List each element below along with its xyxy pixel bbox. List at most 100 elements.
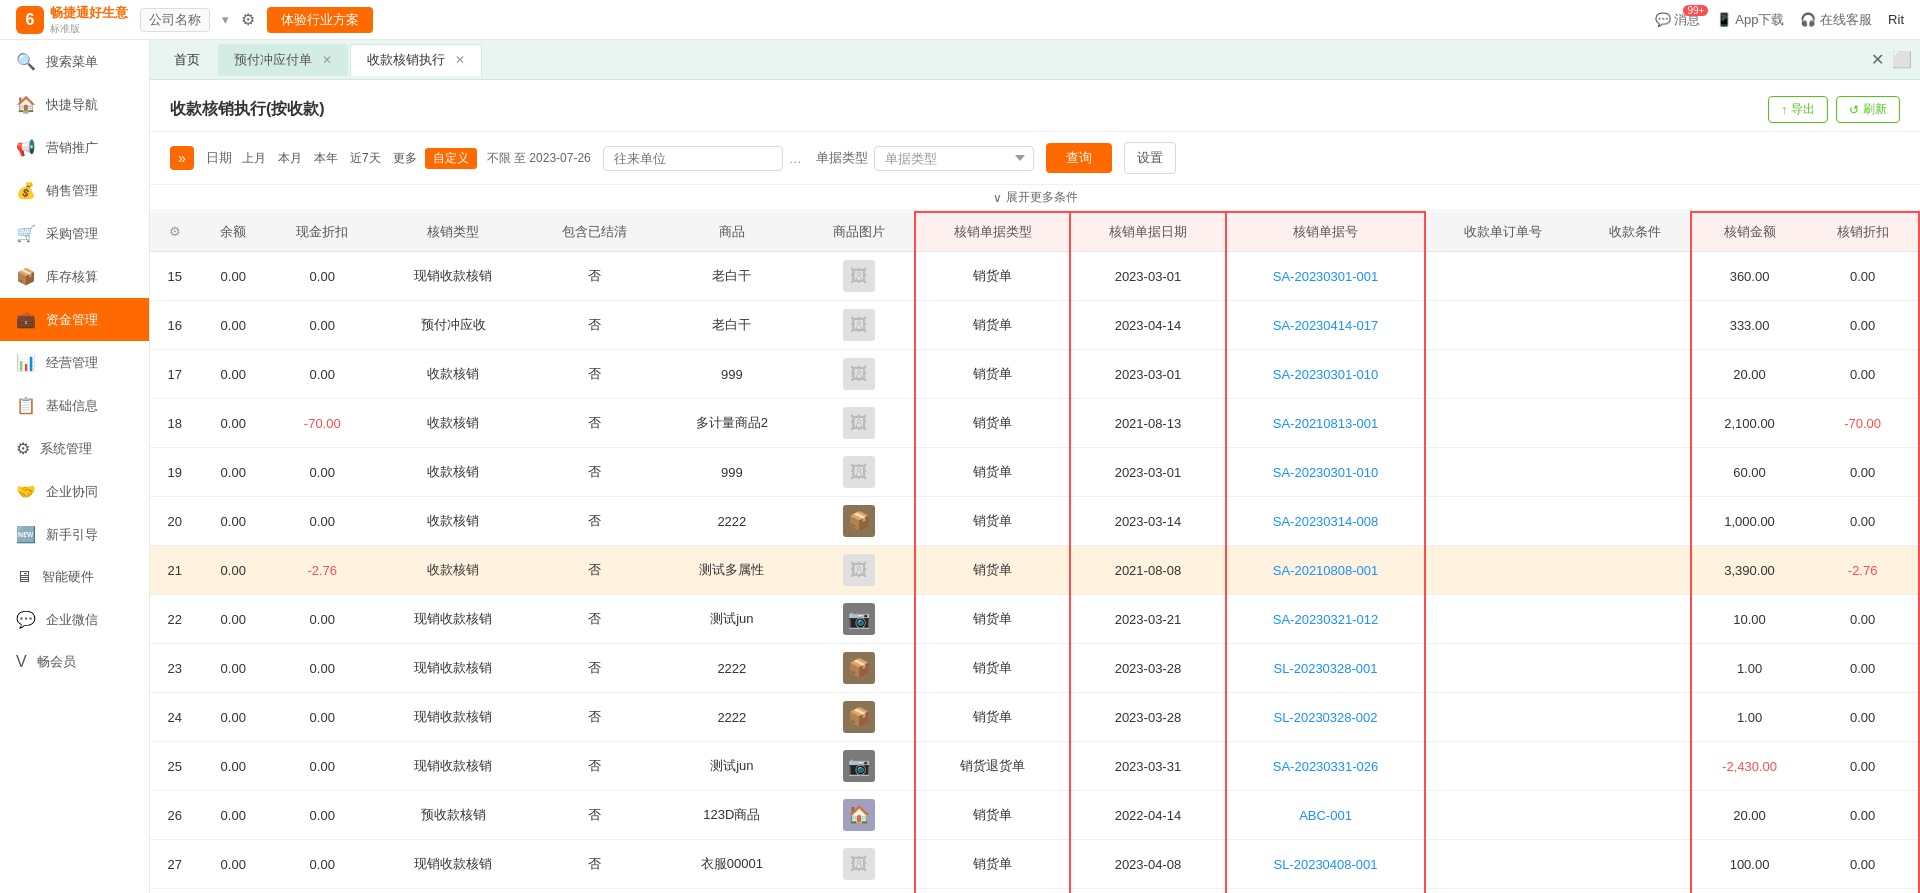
tab-collection-close[interactable]: ✕ — [455, 53, 465, 67]
collab-icon: 🤝 — [16, 482, 36, 501]
sidebar-item-label: 企业微信 — [46, 611, 98, 629]
table-col-cash-discount: 现金折扣 — [267, 212, 377, 252]
msg-badge-count: 99+ — [1683, 5, 1708, 16]
date-this-year-btn[interactable]: 本年 — [310, 148, 342, 169]
guide-icon: 🆕 — [16, 525, 36, 544]
company-selector[interactable]: 公司名称 — [140, 8, 210, 32]
filter-settings-btn[interactable]: 设置 — [1124, 142, 1176, 174]
logo-icon: 6 — [16, 6, 44, 34]
sidebar-item-label: 系统管理 — [40, 440, 92, 458]
date-more-btn[interactable]: 更多 — [389, 148, 421, 169]
table-col-receipt-order: 收款单订单号 — [1425, 212, 1579, 252]
tab-bar: 首页 预付冲应付单 ✕ 收款核销执行 ✕ ✕ ⬜ — [150, 40, 1920, 80]
sidebar-item-label: 经营管理 — [46, 354, 98, 372]
table-row: 24 — [150, 693, 199, 742]
bill-no-link[interactable]: SA-20230314-008 — [1273, 514, 1379, 529]
online-service-btn[interactable]: 🎧 在线客服 — [1800, 11, 1872, 29]
sidebar-item-member[interactable]: V 畅会员 — [0, 641, 149, 683]
sidebar-item-shortcut[interactable]: 🏠 快捷导航 — [0, 83, 149, 126]
page-title: 收款核销执行(按收款) — [170, 99, 325, 120]
sidebar-item-finance[interactable]: 💼 资金管理 — [0, 298, 149, 341]
tab-home-label: 首页 — [174, 51, 200, 69]
bill-no-link[interactable]: SA-20230301-010 — [1273, 367, 1379, 382]
sidebar-item-search[interactable]: 🔍 搜索菜单 — [0, 40, 149, 83]
table-row: 18 — [150, 399, 199, 448]
app-download-btn[interactable]: 📱 App下载 — [1716, 11, 1784, 29]
table-col-include-settled: 包含已结清 — [529, 212, 660, 252]
page-header-actions: ↑ 导出 ↺ 刷新 — [1768, 96, 1900, 123]
trial-button[interactable]: 体验行业方案 — [267, 7, 373, 33]
data-table: ⚙ 余额 现金折扣 核销类型 包含已结清 商品 商品图片 核销单据类型 核销单据… — [150, 211, 1920, 893]
sidebar-item-hardware[interactable]: 🖥 智能硬件 — [0, 556, 149, 598]
table-row: 26 — [150, 791, 199, 840]
tab-prepay-close[interactable]: ✕ — [322, 53, 332, 67]
date-last-month-btn[interactable]: 上月 — [238, 148, 270, 169]
bill-no-link[interactable]: ABC-001 — [1299, 808, 1352, 823]
sidebar-item-base[interactable]: 📋 基础信息 — [0, 384, 149, 427]
bill-no-link[interactable]: SA-20230301-010 — [1273, 465, 1379, 480]
query-button[interactable]: 查询 — [1046, 143, 1112, 173]
tab-home[interactable]: 首页 — [158, 44, 216, 76]
settings-icon[interactable]: ⚙ — [241, 10, 255, 29]
sidebar-item-marketing[interactable]: 📢 营销推广 — [0, 126, 149, 169]
bill-no-link[interactable]: SL-20230328-001 — [1273, 661, 1377, 676]
sidebar-item-purchase[interactable]: 🛒 采购管理 — [0, 212, 149, 255]
table-row: 15 — [150, 252, 199, 301]
table-col-bill-type: 核销单据类型 — [915, 212, 1070, 252]
tab-collection-label: 收款核销执行 — [367, 51, 445, 69]
sidebar-item-label: 搜索菜单 — [46, 53, 98, 71]
top-bar-right: 💬 消息 99+ 📱 App下载 🎧 在线客服 Rit — [1655, 11, 1904, 29]
table-row: 23 — [150, 644, 199, 693]
bill-no-link[interactable]: SA-20230321-012 — [1273, 612, 1379, 627]
bill-no-link[interactable]: SA-20210808-001 — [1273, 563, 1379, 578]
tab-bar-right: ✕ ⬜ — [1871, 50, 1912, 69]
dropdown-icon[interactable]: ▾ — [222, 12, 229, 27]
page-header: 收款核销执行(按收款) ↑ 导出 ↺ 刷新 — [150, 80, 1920, 132]
sidebar-item-collab[interactable]: 🤝 企业协同 — [0, 470, 149, 513]
user-name[interactable]: Rit — [1888, 12, 1904, 27]
sidebar-item-label: 智能硬件 — [42, 568, 94, 586]
partner-input[interactable] — [603, 146, 783, 171]
bill-no-link[interactable]: SA-20230414-017 — [1273, 318, 1379, 333]
sidebar-item-wechat[interactable]: 💬 企业微信 — [0, 598, 149, 641]
sales-icon: 💰 — [16, 181, 36, 200]
date-this-month-btn[interactable]: 本月 — [274, 148, 306, 169]
date-7days-btn[interactable]: 近7天 — [346, 148, 385, 169]
operations-icon: 📊 — [16, 353, 36, 372]
bill-no-link[interactable]: SA-20230301-001 — [1273, 269, 1379, 284]
expand-more-btn[interactable]: ∨ 展开更多条件 — [993, 189, 1078, 206]
bill-type-select[interactable]: 单据类型 — [874, 146, 1034, 171]
table-col-product-img: 商品图片 — [803, 212, 915, 252]
purchase-icon: 🛒 — [16, 224, 36, 243]
filter-toggle-btn[interactable]: » — [170, 146, 194, 170]
sidebar-item-label: 畅会员 — [37, 653, 76, 671]
sidebar-item-operations[interactable]: 📊 经营管理 — [0, 341, 149, 384]
table-row: 20 — [150, 497, 199, 546]
date-custom-btn[interactable]: 自定义 — [425, 148, 477, 169]
sidebar-item-sales[interactable]: 💰 销售管理 — [0, 169, 149, 212]
bill-no-link[interactable]: SA-20230331-026 — [1273, 759, 1379, 774]
message-btn[interactable]: 💬 消息 99+ — [1655, 11, 1701, 29]
refresh-button[interactable]: ↺ 刷新 — [1836, 96, 1900, 123]
export-button[interactable]: ↑ 导出 — [1768, 96, 1828, 123]
tab-maximize-btn[interactable]: ⬜ — [1892, 50, 1912, 69]
table-col-gear[interactable]: ⚙ — [150, 212, 199, 252]
sidebar-item-system[interactable]: ⚙ 系统管理 — [0, 427, 149, 470]
tab-prepay[interactable]: 预付冲应付单 ✕ — [218, 44, 348, 76]
marketing-icon: 📢 — [16, 138, 36, 157]
sidebar-item-inventory[interactable]: 📦 库存核算 — [0, 255, 149, 298]
tab-close-window-btn[interactable]: ✕ — [1871, 50, 1884, 69]
page-inner: 收款核销执行(按收款) ↑ 导出 ↺ 刷新 » — [150, 80, 1920, 893]
logo: 6 畅捷通好生意 标准版 — [16, 4, 128, 36]
page-content: 收款核销执行(按收款) ↑ 导出 ↺ 刷新 » — [150, 80, 1920, 893]
data-table-wrapper: ⚙ 余额 现金折扣 核销类型 包含已结清 商品 商品图片 核销单据类型 核销单据… — [150, 211, 1920, 893]
logo-text: 畅捷通好生意 标准版 — [50, 4, 128, 36]
date-options: 上月 本月 本年 近7天 更多 自定义 — [238, 148, 477, 169]
bill-no-link[interactable]: SL-20230328-002 — [1273, 710, 1377, 725]
sidebar-item-guide[interactable]: 🆕 新手引导 — [0, 513, 149, 556]
table-col-verify-amount: 核销金额 — [1691, 212, 1807, 252]
bill-no-link[interactable]: SL-20230408-001 — [1273, 857, 1377, 872]
bill-no-link[interactable]: SA-20210813-001 — [1273, 416, 1379, 431]
sidebar-item-label: 营销推广 — [46, 139, 98, 157]
tab-collection[interactable]: 收款核销执行 ✕ — [350, 44, 482, 76]
